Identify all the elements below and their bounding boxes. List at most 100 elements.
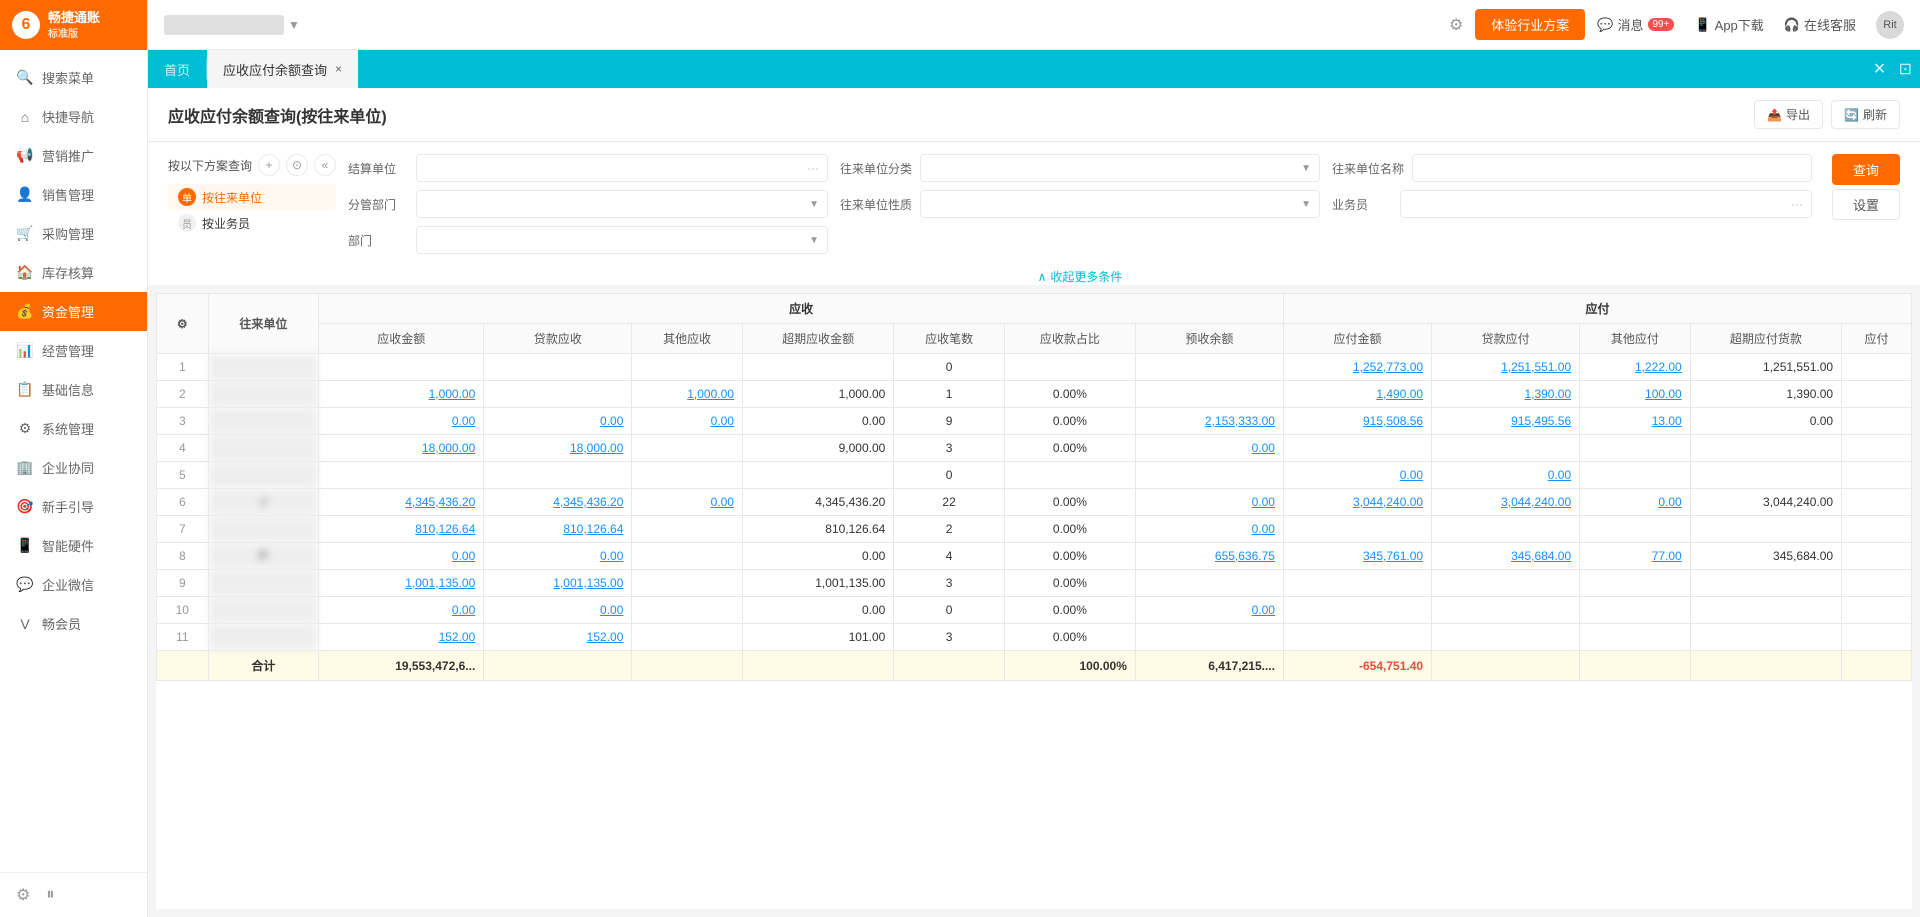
cell-yf-loan[interactable] <box>1432 624 1580 651</box>
cell-ys-loan[interactable]: 810,126.64 <box>484 516 632 543</box>
cell-ys-amt[interactable]: 810,126.64 <box>319 516 484 543</box>
refresh-button[interactable]: 🔄 刷新 <box>1831 100 1900 129</box>
cell-ys-loan[interactable]: 0.00 <box>484 543 632 570</box>
cell-ys-other[interactable] <box>632 543 743 570</box>
scheme-by-unit[interactable]: 单 按往来单位 <box>168 184 336 210</box>
sidebar-item-marketing[interactable]: 📢 营销推广 <box>0 136 147 175</box>
sidebar-item-search[interactable]: 🔍 搜索菜单 <box>0 58 147 97</box>
cell-ys-prepay[interactable] <box>1135 624 1283 651</box>
cell-ys-prepay[interactable] <box>1135 462 1283 489</box>
scheme-by-salesperson[interactable]: 员 按业务员 <box>168 210 336 236</box>
cell-ys-prepay[interactable]: 0.00 <box>1135 489 1283 516</box>
tab-current[interactable]: 应收应付余额查询 × <box>207 50 358 88</box>
cell-yf-loan[interactable]: 345,684.00 <box>1432 543 1580 570</box>
cell-ys-prepay[interactable]: 655,636.75 <box>1135 543 1283 570</box>
add-scheme-button[interactable]: + <box>258 154 280 176</box>
edit-scheme-button[interactable]: ⊙ <box>286 154 308 176</box>
cell-ys-amt[interactable]: 0.00 <box>319 543 484 570</box>
division-dept-select[interactable]: ▼ <box>416 190 828 218</box>
cell-ys-loan[interactable]: 1,001,135.00 <box>484 570 632 597</box>
sidebar-settings-icon[interactable]: ⚙ <box>16 885 30 905</box>
cell-ys-loan[interactable]: 18,000.00 <box>484 435 632 462</box>
cell-ys-other[interactable] <box>632 354 743 381</box>
cell-yf-other[interactable]: 77.00 <box>1580 543 1691 570</box>
cell-ys-loan[interactable]: 4,345,436.20 <box>484 489 632 516</box>
cell-ys-prepay[interactable]: 0.00 <box>1135 516 1283 543</box>
cell-yf-loan[interactable] <box>1432 516 1580 543</box>
cell-ys-prepay[interactable]: 0.00 <box>1135 435 1283 462</box>
cell-yf-amt[interactable]: 0.00 <box>1283 462 1431 489</box>
sidebar-item-purchase[interactable]: 🛒 采购管理 <box>0 214 147 253</box>
cell-ys-loan[interactable] <box>484 462 632 489</box>
cell-ys-prepay[interactable]: 2,153,333.00 <box>1135 408 1283 435</box>
cell-yf-other[interactable]: 13.00 <box>1580 408 1691 435</box>
cell-ys-prepay[interactable] <box>1135 354 1283 381</box>
sidebar-collapse-icon[interactable]: ⏸ <box>46 886 54 904</box>
cell-ys-amt[interactable]: 4,345,436.20 <box>319 489 484 516</box>
cell-ys-amt[interactable]: 0.00 <box>319 408 484 435</box>
table-settings-icon[interactable]: ⚙ <box>177 317 188 331</box>
th-gear[interactable]: ⚙ <box>157 294 209 354</box>
cell-yf-amt[interactable] <box>1283 516 1431 543</box>
setting-button[interactable]: 设置 <box>1832 189 1900 220</box>
cell-yf-loan[interactable] <box>1432 435 1580 462</box>
cell-yf-loan[interactable]: 1,251,551.00 <box>1432 354 1580 381</box>
cell-yf-amt[interactable]: 3,044,240.00 <box>1283 489 1431 516</box>
cell-ys-amt[interactable] <box>319 354 484 381</box>
cell-ys-other[interactable] <box>632 516 743 543</box>
sidebar-item-guide[interactable]: 🎯 新手引导 <box>0 487 147 526</box>
cell-ys-other[interactable] <box>632 624 743 651</box>
collapse-more-button[interactable]: ∧ 收起更多条件 <box>348 262 1812 285</box>
sidebar-item-system[interactable]: ⚙ 系统管理 <box>0 409 147 448</box>
sidebar-item-basic[interactable]: 📋 基础信息 <box>0 370 147 409</box>
cell-yf-amt[interactable]: 345,761.00 <box>1283 543 1431 570</box>
tab-home[interactable]: 首页 <box>148 50 206 88</box>
app-download-button[interactable]: 📱 App下载 <box>1694 15 1763 34</box>
service-button[interactable]: 🎧 在线客服 <box>1784 15 1856 34</box>
cell-ys-loan[interactable] <box>484 354 632 381</box>
settlement-unit-input[interactable]: ··· <box>416 154 828 182</box>
sidebar-item-finance[interactable]: 💰 资金管理 <box>0 292 147 331</box>
cell-yf-amt[interactable] <box>1283 624 1431 651</box>
cell-yf-other[interactable] <box>1580 597 1691 624</box>
unit-category-select[interactable]: ▼ <box>920 154 1320 182</box>
cell-ys-loan[interactable] <box>484 381 632 408</box>
cell-yf-loan[interactable]: 915,495.56 <box>1432 408 1580 435</box>
sidebar-item-enterprise[interactable]: 🏢 企业协同 <box>0 448 147 487</box>
tab-expand[interactable]: ✕ ⊡ <box>1873 59 1912 79</box>
cell-ys-amt[interactable]: 1,001,135.00 <box>319 570 484 597</box>
cell-yf-amt[interactable]: 915,508.56 <box>1283 408 1431 435</box>
cell-ys-other[interactable]: 0.00 <box>632 408 743 435</box>
cell-yf-loan[interactable]: 0.00 <box>1432 462 1580 489</box>
cell-ys-other[interactable]: 0.00 <box>632 489 743 516</box>
cell-yf-other[interactable]: 1,222.00 <box>1580 354 1691 381</box>
salesperson-input[interactable]: ··· <box>1400 190 1812 218</box>
cell-ys-prepay[interactable] <box>1135 570 1283 597</box>
cell-ys-amt[interactable]: 152.00 <box>319 624 484 651</box>
cell-yf-other[interactable] <box>1580 570 1691 597</box>
unit-name-input[interactable] <box>1412 154 1812 182</box>
cell-ys-amt[interactable]: 0.00 <box>319 597 484 624</box>
cell-ys-loan[interactable]: 0.00 <box>484 408 632 435</box>
sidebar-item-member[interactable]: V 畅会员 <box>0 604 147 643</box>
cell-yf-other[interactable] <box>1580 624 1691 651</box>
cell-yf-other[interactable]: 0.00 <box>1580 489 1691 516</box>
query-button[interactable]: 查询 <box>1832 154 1900 185</box>
cell-ys-loan[interactable]: 152.00 <box>484 624 632 651</box>
unit-nature-select[interactable]: ▼ <box>920 190 1320 218</box>
cell-yf-loan[interactable]: 1,390.00 <box>1432 381 1580 408</box>
cell-yf-amt[interactable] <box>1283 570 1431 597</box>
cell-ys-amt[interactable]: 18,000.00 <box>319 435 484 462</box>
cell-yf-other[interactable] <box>1580 462 1691 489</box>
message-button[interactable]: 💬 消息 99+ <box>1597 15 1674 34</box>
cell-yf-loan[interactable] <box>1432 597 1580 624</box>
cell-yf-amt[interactable]: 1,252,773.00 <box>1283 354 1431 381</box>
cell-ys-prepay[interactable]: 0.00 <box>1135 597 1283 624</box>
cell-yf-amt[interactable] <box>1283 435 1431 462</box>
tab-close-icon[interactable]: × <box>335 62 342 76</box>
export-button[interactable]: 📤 导出 <box>1754 100 1823 129</box>
cell-yf-loan[interactable] <box>1432 570 1580 597</box>
cell-ys-amt[interactable] <box>319 462 484 489</box>
cell-ys-amt[interactable]: 1,000.00 <box>319 381 484 408</box>
sidebar-item-operation[interactable]: 📊 经营管理 <box>0 331 147 370</box>
